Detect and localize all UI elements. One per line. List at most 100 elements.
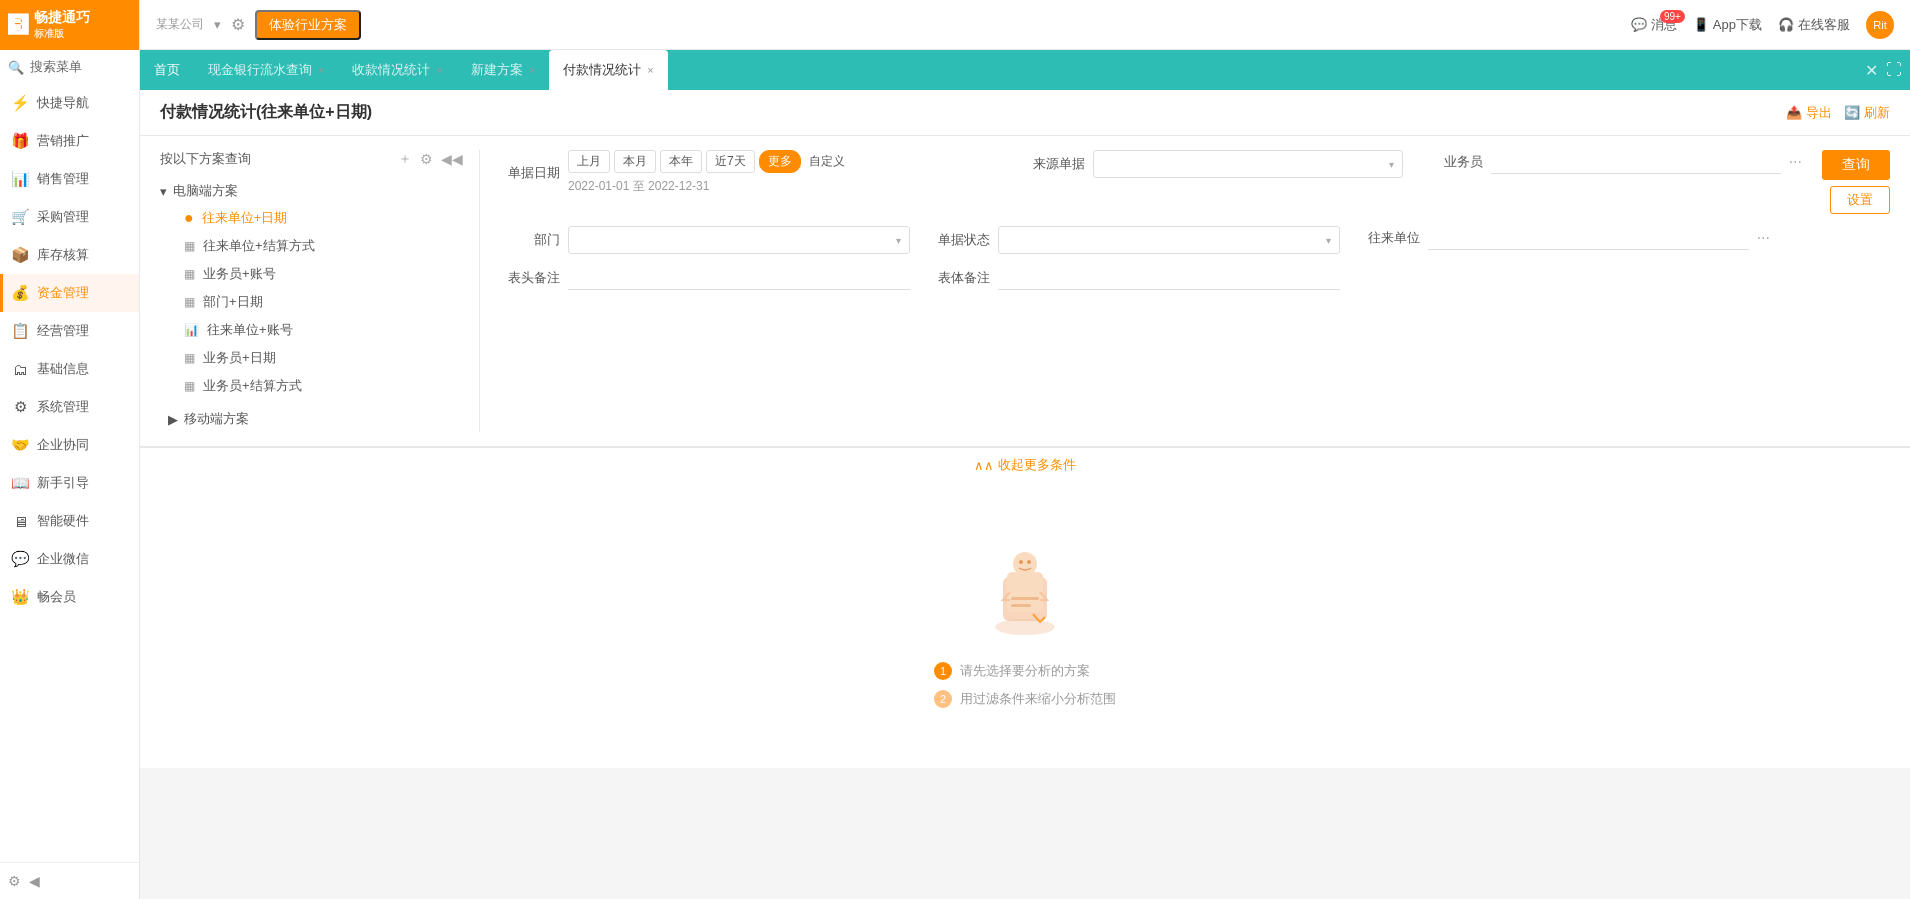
online-service-button[interactable]: 🎧 在线客服: [1778, 16, 1850, 34]
message-button[interactable]: 💬 消息 99+: [1631, 16, 1677, 34]
sidebar-item-collab[interactable]: 🤝企业协同: [0, 426, 139, 464]
bill-status-select[interactable]: ▾: [998, 226, 1340, 254]
app-label: App下载: [1713, 16, 1762, 34]
sidebar-item-operation[interactable]: 📋经营管理: [0, 312, 139, 350]
tab-label-payment: 付款情况统计: [563, 61, 641, 79]
dept-select[interactable]: ▾: [568, 226, 910, 254]
scheme-item-6[interactable]: ▦业务员+结算方式: [160, 372, 463, 400]
scheme-settings-icon[interactable]: ⚙: [420, 151, 433, 167]
app-icon: 📱: [1693, 17, 1709, 32]
sidebar-item-marketing[interactable]: 🎁营销推广: [0, 122, 139, 160]
tab-income[interactable]: 收款情况统计×: [338, 50, 456, 90]
tab-close-bank[interactable]: ×: [318, 64, 324, 76]
collapse-more-btn[interactable]: ∧∧ 收起更多条件: [140, 447, 1910, 482]
trial-button[interactable]: 体验行业方案: [255, 10, 361, 40]
sidebar-icon-quick-nav: ⚡: [11, 94, 29, 112]
custom-date-label[interactable]: 自定义: [809, 153, 845, 170]
settings-bottom-icon[interactable]: ⚙: [8, 873, 21, 889]
sidebar-item-member[interactable]: 👑畅会员: [0, 578, 139, 616]
scheme-title: 按以下方案查询: [160, 150, 251, 168]
date-btn-this-year[interactable]: 本年: [660, 150, 702, 173]
date-btn-this-month[interactable]: 本月: [614, 150, 656, 173]
refresh-button[interactable]: 🔄 刷新: [1844, 104, 1890, 122]
scheme-item-5[interactable]: ▦业务员+日期: [160, 344, 463, 372]
scheme-item-2[interactable]: ▦业务员+账号: [160, 260, 463, 288]
collapse-sidebar-icon[interactable]: ◀: [29, 873, 40, 889]
date-btn-7days[interactable]: 近7天: [706, 150, 755, 173]
source-dropdown-icon: ▾: [1389, 159, 1394, 170]
partner-input[interactable]: [1428, 226, 1749, 250]
pc-group-title[interactable]: ▾ 电脑端方案: [160, 178, 463, 204]
body-note-input[interactable]: [998, 266, 1340, 290]
mobile-group-label: 移动端方案: [184, 410, 249, 428]
scheme-item-label-1: 往来单位+结算方式: [203, 237, 315, 255]
company-dropdown-icon[interactable]: ▾: [214, 17, 221, 32]
close-all-tabs-icon[interactable]: ✕: [1865, 61, 1878, 80]
scheme-item-4[interactable]: 📊 往来单位+账号: [160, 316, 463, 344]
partner-dots-icon[interactable]: ···: [1757, 229, 1770, 247]
tab-close-payment[interactable]: ×: [647, 64, 653, 76]
scheme-panel: 按以下方案查询 ＋ ⚙ ◀◀ ▾ 电脑端方案 ●往来单位+日期 ▦ 往来单位+结算方…: [160, 150, 480, 432]
sidebar-item-wechat[interactable]: 💬企业微信: [0, 540, 139, 578]
app-download-button[interactable]: 📱 App下载: [1693, 16, 1762, 34]
query-button[interactable]: 查询: [1822, 150, 1890, 180]
settings-button[interactable]: 设置: [1830, 186, 1890, 214]
scheme-item-3[interactable]: ▦部门+日期: [160, 288, 463, 316]
source-select[interactable]: ▾: [1093, 150, 1404, 178]
header-settings-icon[interactable]: ⚙: [231, 15, 245, 34]
scheme-item-0[interactable]: ●往来单位+日期: [160, 204, 463, 232]
sidebar-item-finance[interactable]: 💰资金管理: [0, 274, 139, 312]
scheme-item-label-2: 业务员+账号: [203, 265, 276, 283]
sidebar-label-quick-nav: 快捷导航: [37, 94, 89, 112]
sidebar-item-hardware[interactable]: 🖥智能硬件: [0, 502, 139, 540]
svg-rect-6: [1011, 597, 1039, 600]
scheme-item-label-5: 业务员+日期: [203, 349, 276, 367]
sidebar-item-quick-nav[interactable]: ⚡ 快捷导航: [0, 84, 139, 122]
date-btn-more[interactable]: 更多: [759, 150, 801, 173]
export-icon: 📤: [1786, 105, 1802, 120]
sidebar-search[interactable]: 🔍 搜索菜单: [0, 50, 139, 84]
header-note-input[interactable]: [568, 266, 910, 290]
sidebar-icon-member: 👑: [11, 588, 29, 606]
staff-dots-icon[interactable]: ···: [1789, 153, 1802, 171]
tab-close-income[interactable]: ×: [436, 64, 442, 76]
tab-home[interactable]: 首页: [140, 50, 194, 90]
sidebar-icon-purchase: 🛒: [11, 208, 29, 226]
sidebar-label-collab: 企业协同: [37, 436, 89, 454]
header-note-label: 表头备注: [500, 269, 560, 287]
date-btn-last-month[interactable]: 上月: [568, 150, 610, 173]
scheme-item-1[interactable]: ▦ 往来单位+结算方式: [160, 232, 463, 260]
sidebar-item-inventory[interactable]: 📦库存核算: [0, 236, 139, 274]
empty-step-2: 2 用过滤条件来缩小分析范围: [934, 690, 1116, 708]
scheme-item-label-4: 往来单位+账号: [207, 321, 293, 339]
sidebar-icon-sales: 📊: [11, 170, 29, 188]
sidebar-item-purchase[interactable]: 🛒采购管理: [0, 198, 139, 236]
export-label: 导出: [1806, 104, 1832, 122]
scheme-item-label-6: 业务员+结算方式: [203, 377, 302, 395]
service-icon: 🎧: [1778, 17, 1794, 32]
scheme-item-icon-4: 📊: [184, 323, 199, 337]
tab-bank[interactable]: 现金银行流水查询 ×: [194, 50, 338, 90]
tab-label-home: 首页: [154, 61, 180, 79]
body-note-label: 表体备注: [930, 269, 990, 287]
collapse-scheme-icon[interactable]: ◀◀: [441, 151, 463, 167]
tab-close-new[interactable]: ×: [529, 64, 535, 76]
tab-payment[interactable]: 付款情况统计 ×: [549, 50, 667, 90]
tab-new[interactable]: 新建方案×: [457, 50, 549, 90]
scheme-item-icon-1: ▦: [184, 239, 195, 253]
fullscreen-icon[interactable]: ⛶: [1886, 61, 1902, 79]
sidebar-item-basic[interactable]: 🗂基础信息: [0, 350, 139, 388]
add-scheme-icon[interactable]: ＋: [398, 150, 412, 168]
mobile-scheme-group: ▶ 移动端方案: [160, 404, 463, 432]
tab-label-bank: 现金银行流水查询: [208, 61, 312, 79]
pc-scheme-group: ▾ 电脑端方案 ●往来单位+日期▦往来单位+结算方式▦业务员+账号▦部门+日期📊…: [160, 178, 463, 400]
sidebar-item-guide[interactable]: 📖新手引导: [0, 464, 139, 502]
user-avatar[interactable]: Rit: [1866, 11, 1894, 39]
top-header: 某某公司 ▾ ⚙ 体验行业方案 💬 消息 99+ 📱 App下载 🎧 在线客服 …: [140, 0, 1910, 50]
mobile-group-title[interactable]: ▶ 移动端方案: [160, 404, 463, 432]
sidebar-item-system[interactable]: ⚙系统管理: [0, 388, 139, 426]
sidebar-item-sales[interactable]: 📊销售管理: [0, 160, 139, 198]
logo-icon: 🅱: [8, 14, 28, 37]
export-button[interactable]: 📤 导出: [1786, 104, 1832, 122]
staff-input[interactable]: [1491, 150, 1780, 174]
